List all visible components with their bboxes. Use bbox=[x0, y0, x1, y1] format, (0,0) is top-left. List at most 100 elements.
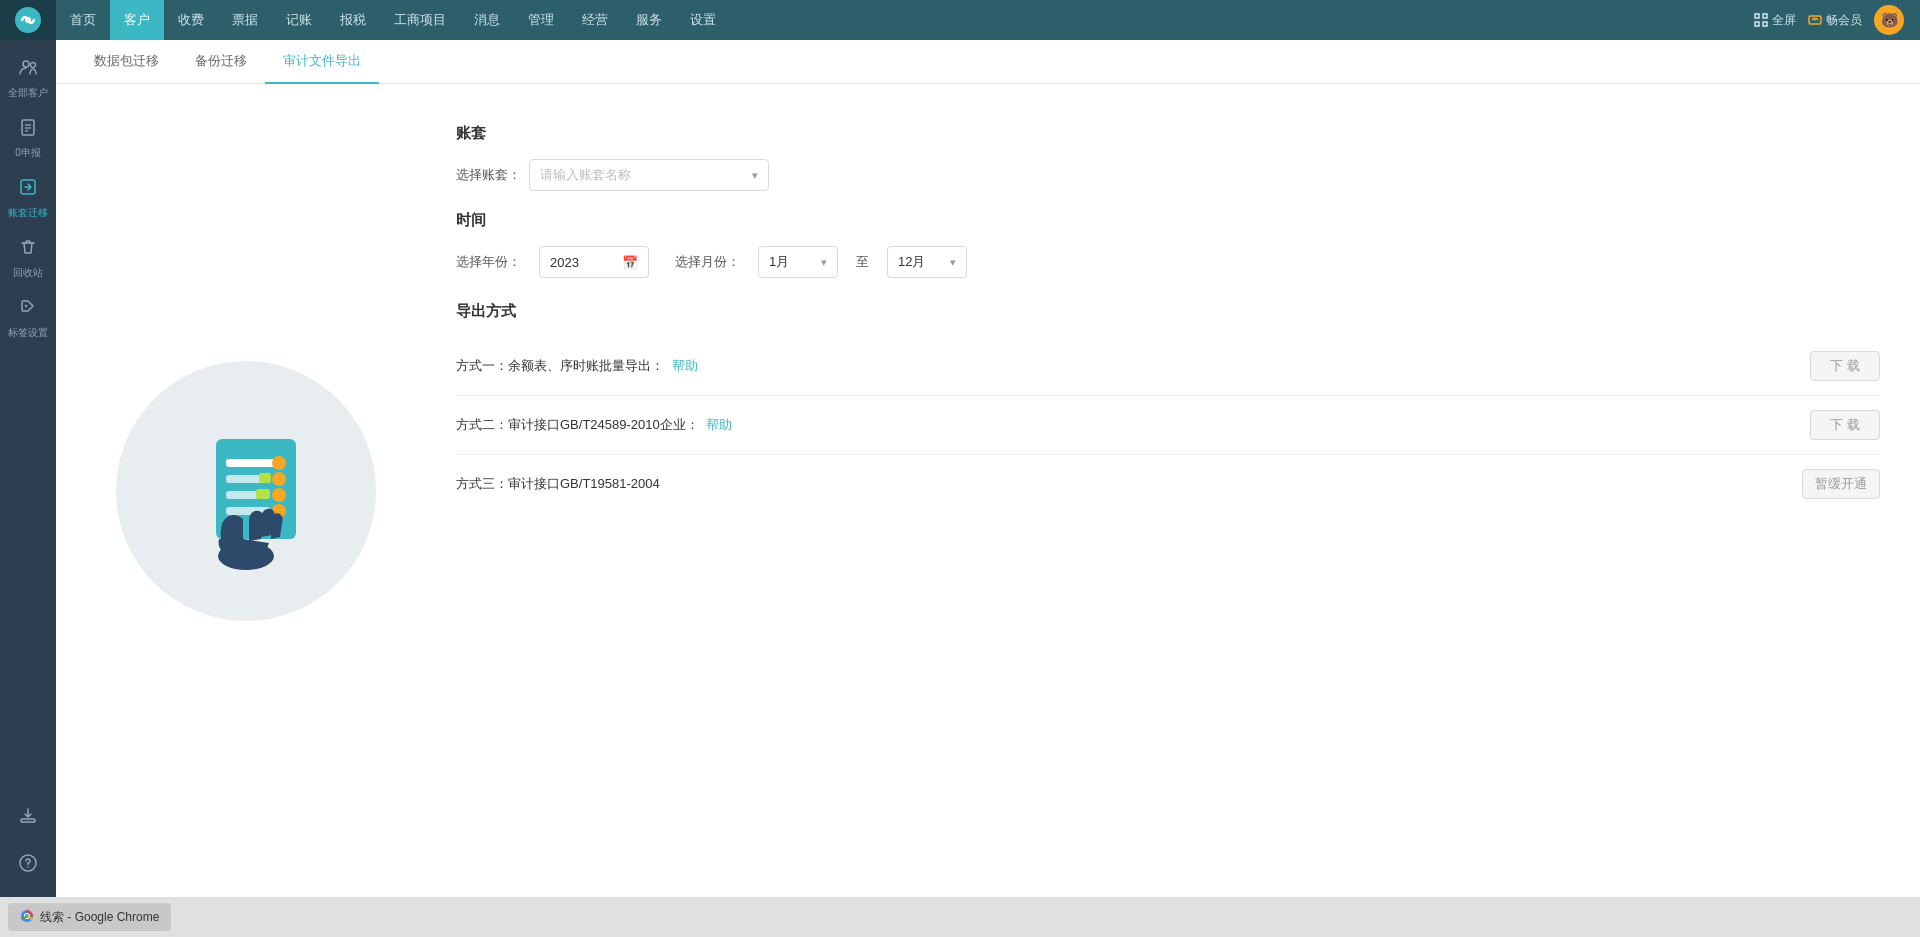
export-method-3-text: 方式三：审计接口GB/T19581-2004 bbox=[456, 475, 1790, 493]
range-separator: 至 bbox=[856, 253, 869, 271]
nav-settings[interactable]: 设置 bbox=[676, 0, 730, 40]
sidebar: 全部客户 0申报 账套迁移 回收站 标签设置 bbox=[0, 40, 56, 897]
month-end-value: 12月 bbox=[898, 253, 925, 271]
logo[interactable] bbox=[0, 0, 56, 40]
export-section-title: 导出方式 bbox=[456, 302, 1880, 321]
export-method-2-help[interactable]: 帮助 bbox=[706, 417, 732, 432]
nav-service[interactable]: 服务 bbox=[622, 0, 676, 40]
svg-point-1 bbox=[25, 17, 31, 23]
svg-rect-4 bbox=[1755, 22, 1759, 26]
fullscreen-button[interactable]: 全屏 bbox=[1754, 12, 1796, 29]
form-area: 账套 选择账套： 请输入账套名称 ▾ 时间 选择年份： 2023 bbox=[456, 114, 1880, 867]
month-start-select[interactable]: 1月 ▾ bbox=[758, 246, 838, 278]
sidebar-item-zero-declare[interactable]: 0申报 bbox=[0, 108, 56, 168]
tab-data-migration[interactable]: 数据包迁移 bbox=[76, 40, 177, 84]
sidebar-help-btn[interactable] bbox=[0, 841, 56, 885]
nav-business[interactable]: 工商项目 bbox=[380, 0, 460, 40]
chrome-icon bbox=[20, 909, 34, 926]
export-method-1-help[interactable]: 帮助 bbox=[672, 358, 698, 373]
export-method-3: 方式三：审计接口GB/T19581-2004 暂缓开通 bbox=[456, 455, 1880, 513]
time-section: 时间 选择年份： 2023 📅 选择月份： 1月 ▾ 至 bbox=[456, 211, 1880, 278]
account-select[interactable]: 请输入账套名称 ▾ bbox=[529, 159, 769, 191]
export-method-1-text: 方式一：余额表、序时账批量导出： 帮助 bbox=[456, 357, 1798, 375]
fullscreen-label: 全屏 bbox=[1772, 12, 1796, 29]
page-content: 账套 选择账套： 请输入账套名称 ▾ 时间 选择年份： 2023 bbox=[56, 84, 1920, 897]
illustration-circle bbox=[116, 361, 376, 621]
nav-message[interactable]: 消息 bbox=[460, 0, 514, 40]
nav-home[interactable]: 首页 bbox=[56, 0, 110, 40]
vip-label: 畅会员 bbox=[1826, 12, 1862, 29]
vip-button[interactable]: 畅会员 bbox=[1808, 12, 1862, 29]
nav-customer[interactable]: 客户 bbox=[110, 0, 164, 40]
tag-settings-icon bbox=[18, 297, 38, 322]
export-method-2-text: 方式二：审计接口GB/T24589-2010企业： 帮助 bbox=[456, 416, 1798, 434]
export-method-2: 方式二：审计接口GB/T24589-2010企业： 帮助 下 载 bbox=[456, 396, 1880, 455]
svg-point-25 bbox=[272, 472, 286, 486]
account-placeholder: 请输入账套名称 bbox=[540, 166, 631, 184]
nav-manage[interactable]: 管理 bbox=[514, 0, 568, 40]
zero-declare-icon bbox=[18, 117, 38, 142]
month-end-select[interactable]: 12月 ▾ bbox=[887, 246, 967, 278]
avatar[interactable]: 🐻 bbox=[1874, 5, 1904, 35]
taskbar: 线索 - Google Chrome bbox=[0, 897, 1920, 937]
top-nav-right: 全屏 畅会员 🐻 bbox=[1754, 5, 1920, 35]
svg-rect-5 bbox=[1763, 22, 1767, 26]
recycle-icon bbox=[18, 237, 38, 262]
sidebar-item-account-migration[interactable]: 账套迁移 bbox=[0, 168, 56, 228]
svg-rect-28 bbox=[259, 473, 271, 483]
chevron-down-icon: ▾ bbox=[752, 169, 758, 182]
sidebar-bottom bbox=[0, 793, 56, 897]
taskbar-item-label: 线索 - Google Chrome bbox=[40, 909, 159, 926]
chevron-down-icon: ▾ bbox=[821, 256, 827, 269]
svg-rect-29 bbox=[256, 489, 270, 499]
svg-point-24 bbox=[272, 456, 286, 470]
export-method-1: 方式一：余额表、序时账批量导出： 帮助 下 载 bbox=[456, 337, 1880, 396]
sidebar-item-tag-settings[interactable]: 标签设置 bbox=[0, 288, 56, 348]
nav-accounting[interactable]: 记账 bbox=[272, 0, 326, 40]
tab-bar: 数据包迁移 备份迁移 审计文件导出 bbox=[56, 40, 1920, 84]
account-row: 选择账套： 请输入账套名称 ▾ bbox=[456, 159, 1880, 191]
chevron-down-icon: ▾ bbox=[950, 256, 956, 269]
tab-backup-migration[interactable]: 备份迁移 bbox=[177, 40, 265, 84]
illustration-area bbox=[96, 114, 396, 867]
svg-point-7 bbox=[23, 61, 29, 67]
taskbar-chrome-item[interactable]: 线索 - Google Chrome bbox=[8, 903, 171, 931]
sidebar-item-label: 全部客户 bbox=[8, 86, 48, 100]
year-label: 选择年份： bbox=[456, 253, 521, 271]
sidebar-download-btn[interactable] bbox=[0, 793, 56, 837]
content-area: 数据包迁移 备份迁移 审计文件导出 bbox=[56, 40, 1920, 897]
nav-operation[interactable]: 经营 bbox=[568, 0, 622, 40]
year-value: 2023 bbox=[550, 255, 579, 270]
time-section-title: 时间 bbox=[456, 211, 1880, 230]
month-start-value: 1月 bbox=[769, 253, 789, 271]
nav-items: 首页 客户 收费 票据 记账 报税 工商项目 消息 管理 经营 服务 设置 bbox=[56, 0, 1754, 40]
nav-fee[interactable]: 收费 bbox=[164, 0, 218, 40]
sidebar-item-label: 0申报 bbox=[15, 146, 41, 160]
sidebar-item-label: 账套迁移 bbox=[8, 206, 48, 220]
year-input[interactable]: 2023 📅 bbox=[539, 246, 649, 278]
svg-point-18 bbox=[27, 866, 29, 868]
svg-point-8 bbox=[31, 62, 36, 67]
nav-invoice[interactable]: 票据 bbox=[218, 0, 272, 40]
sidebar-item-label: 回收站 bbox=[13, 266, 43, 280]
calendar-icon: 📅 bbox=[622, 255, 638, 270]
svg-rect-20 bbox=[226, 459, 276, 467]
svg-point-15 bbox=[25, 304, 27, 306]
account-migration-icon bbox=[18, 177, 38, 202]
export-method-2-download-btn[interactable]: 下 载 bbox=[1810, 410, 1880, 440]
svg-rect-2 bbox=[1755, 14, 1759, 18]
top-nav: 首页 客户 收费 票据 记账 报税 工商项目 消息 管理 经营 服务 设置 全屏… bbox=[0, 0, 1920, 40]
tab-audit-export[interactable]: 审计文件导出 bbox=[265, 40, 379, 84]
svg-point-26 bbox=[272, 488, 286, 502]
all-customers-icon bbox=[18, 57, 38, 82]
export-section: 导出方式 方式一：余额表、序时账批量导出： 帮助 下 载 方式二：审计接口GB/… bbox=[456, 302, 1880, 513]
svg-rect-3 bbox=[1763, 14, 1767, 18]
month-label: 选择月份： bbox=[675, 253, 740, 271]
export-method-1-download-btn[interactable]: 下 载 bbox=[1810, 351, 1880, 381]
sidebar-item-label: 标签设置 bbox=[8, 326, 48, 340]
sidebar-item-all-customers[interactable]: 全部客户 bbox=[0, 48, 56, 108]
main-layout: 全部客户 0申报 账套迁移 回收站 标签设置 bbox=[0, 40, 1920, 897]
export-method-3-coming-soon-btn: 暂缓开通 bbox=[1802, 469, 1880, 499]
nav-tax[interactable]: 报税 bbox=[326, 0, 380, 40]
sidebar-item-recycle[interactable]: 回收站 bbox=[0, 228, 56, 288]
